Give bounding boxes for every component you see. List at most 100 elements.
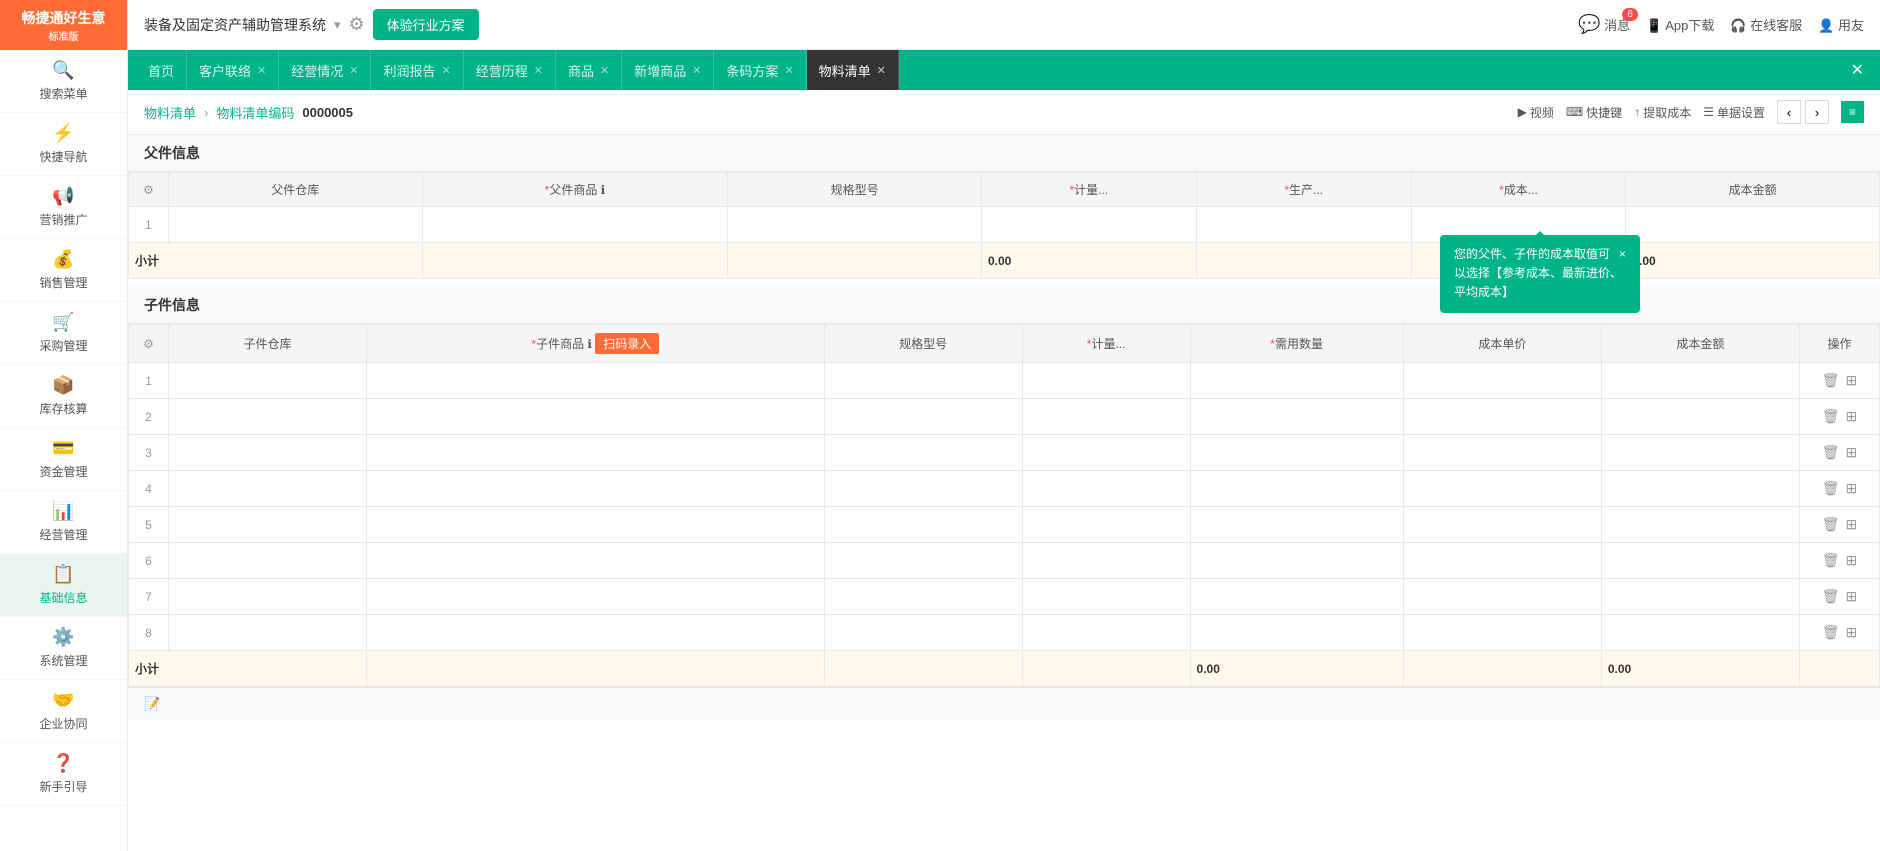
tab-new-product-close[interactable]: ✕ [692,64,701,77]
tab-barcode[interactable]: 条码方案 ✕ [714,50,806,90]
dropdown-arrow-icon[interactable]: ▾ [334,17,341,33]
child-cost-cell-2[interactable] [1403,399,1601,435]
sidebar-item-finance[interactable]: 💳 资金管理 [0,428,127,491]
sidebar-item-purchase[interactable]: 🛒 采购管理 [0,302,127,365]
child-qty-cell-4[interactable] [1190,471,1403,507]
tab-barcode-close[interactable]: ✕ [784,64,793,77]
close-all-tabs[interactable]: ✕ [1843,60,1872,80]
breadcrumb-parent[interactable]: 物料清单 [144,103,196,122]
child-warehouse-cell-1[interactable] [169,363,367,399]
child-qty-cell-7[interactable] [1190,579,1403,615]
sidebar-item-enterprise[interactable]: 🤝 企业协同 [0,680,127,743]
list-view-button[interactable]: ≡ [1841,101,1864,123]
child-product-cell-4[interactable] [367,471,825,507]
child-warehouse-cell-7[interactable] [169,579,367,615]
delete-icon-6[interactable]: 🗑 [1822,552,1840,569]
extract-cost-link[interactable]: ↑ 提取成本 [1634,104,1691,121]
child-cost-cell-6[interactable] [1403,543,1601,579]
gear-icon[interactable]: ⚙ [349,14,365,35]
parent-production-cell[interactable] [1196,207,1411,243]
child-warehouse-cell-3[interactable] [169,435,367,471]
nav-prev-button[interactable]: ‹ [1777,100,1801,124]
delete-icon-8[interactable]: 🗑 [1822,624,1840,641]
child-product-cell-6[interactable] [367,543,825,579]
child-unit-cell-6[interactable] [1022,543,1190,579]
child-unit-cell-1[interactable] [1022,363,1190,399]
child-qty-cell-3[interactable] [1190,435,1403,471]
child-spec-cell-8[interactable] [824,615,1022,651]
sidebar-item-marketing[interactable]: 📢 营销推广 [0,176,127,239]
copy-icon-7[interactable]: ⊞ [1846,588,1858,605]
child-product-cell-1[interactable] [367,363,825,399]
copy-icon-5[interactable]: ⊞ [1846,516,1858,533]
sidebar-item-basic-info[interactable]: 📋 基础信息 [0,554,127,617]
nav-next-button[interactable]: › [1805,100,1829,124]
child-unit-cell-4[interactable] [1022,471,1190,507]
child-cost-cell-4[interactable] [1403,471,1601,507]
child-settings-icon[interactable]: ⚙ [143,337,154,351]
message-wrapper[interactable]: 💬 6 消息 [1578,14,1630,35]
sidebar-item-system[interactable]: ⚙️ 系统管理 [0,617,127,680]
scan-button[interactable]: 扫码录入 [595,333,659,354]
delete-icon-5[interactable]: 🗑 [1822,516,1840,533]
child-cost-cell-5[interactable] [1403,507,1601,543]
child-warehouse-cell-4[interactable] [169,471,367,507]
sidebar-item-search[interactable]: 🔍 搜索菜单 [0,50,127,113]
child-warehouse-cell-8[interactable] [169,615,367,651]
child-warehouse-cell-2[interactable] [169,399,367,435]
child-product-cell-2[interactable] [367,399,825,435]
child-spec-cell-1[interactable] [824,363,1022,399]
tab-customer-close[interactable]: ✕ [257,64,266,77]
online-service-link[interactable]: 🎧 在线客服 [1730,15,1802,34]
parent-product-cell[interactable] [422,207,728,243]
app-download-link[interactable]: 📱 App下载 [1646,15,1714,34]
child-qty-cell-6[interactable] [1190,543,1403,579]
sidebar-item-guide[interactable]: ❓ 新手引导 [0,743,127,806]
sidebar-item-operations[interactable]: 📊 经营管理 [0,491,127,554]
sidebar-item-quicknav[interactable]: ⚡ 快捷导航 [0,113,127,176]
delete-icon-2[interactable]: 🗑 [1822,408,1840,425]
child-qty-cell-2[interactable] [1190,399,1403,435]
parent-spec-cell[interactable] [728,207,982,243]
parent-settings-col[interactable]: ⚙ [129,173,169,207]
single-settings-link[interactable]: ☰ 单据设置 [1703,104,1765,121]
child-unit-cell-3[interactable] [1022,435,1190,471]
tab-product-close[interactable]: ✕ [600,64,609,77]
child-unit-cell-2[interactable] [1022,399,1190,435]
copy-icon-3[interactable]: ⊞ [1846,444,1858,461]
child-qty-cell-1[interactable] [1190,363,1403,399]
shortcut-link[interactable]: ⌨ 快捷键 [1566,104,1622,121]
tooltip-close-icon[interactable]: × [1619,245,1626,264]
child-warehouse-cell-6[interactable] [169,543,367,579]
tab-home[interactable]: 首页 [136,50,187,90]
tab-operations-close[interactable]: ✕ [349,64,358,77]
sidebar-item-sales[interactable]: 💰 销售管理 [0,239,127,302]
tab-profit[interactable]: 利润报告 ✕ [371,50,463,90]
child-product-cell-7[interactable] [367,579,825,615]
delete-icon-1[interactable]: 🗑 [1822,372,1840,389]
experience-button[interactable]: 体验行业方案 [373,9,479,40]
copy-icon-4[interactable]: ⊞ [1846,480,1858,497]
tab-bom[interactable]: 物料清单 ✕ [807,50,899,90]
child-spec-cell-4[interactable] [824,471,1022,507]
tab-product[interactable]: 商品 ✕ [556,50,622,90]
child-qty-cell-5[interactable] [1190,507,1403,543]
child-warehouse-cell-5[interactable] [169,507,367,543]
child-spec-cell-7[interactable] [824,579,1022,615]
delete-icon-7[interactable]: 🗑 [1822,588,1840,605]
parent-unit-cell[interactable] [981,207,1196,243]
child-spec-cell-6[interactable] [824,543,1022,579]
child-unit-cell-8[interactable] [1022,615,1190,651]
child-unit-cell-7[interactable] [1022,579,1190,615]
message-icon[interactable]: 💬 [1578,14,1600,34]
child-cost-cell-1[interactable] [1403,363,1601,399]
child-spec-cell-3[interactable] [824,435,1022,471]
tab-history[interactable]: 经营历程 ✕ [464,50,556,90]
user-area[interactable]: 👤 用友 [1818,15,1864,34]
copy-icon-6[interactable]: ⊞ [1846,552,1858,569]
child-product-cell-3[interactable] [367,435,825,471]
tab-history-close[interactable]: ✕ [534,64,543,77]
parent-warehouse-cell[interactable] [169,207,423,243]
sidebar-item-inventory[interactable]: 📦 库存核算 [0,365,127,428]
tab-new-product[interactable]: 新增商品 ✕ [622,50,714,90]
